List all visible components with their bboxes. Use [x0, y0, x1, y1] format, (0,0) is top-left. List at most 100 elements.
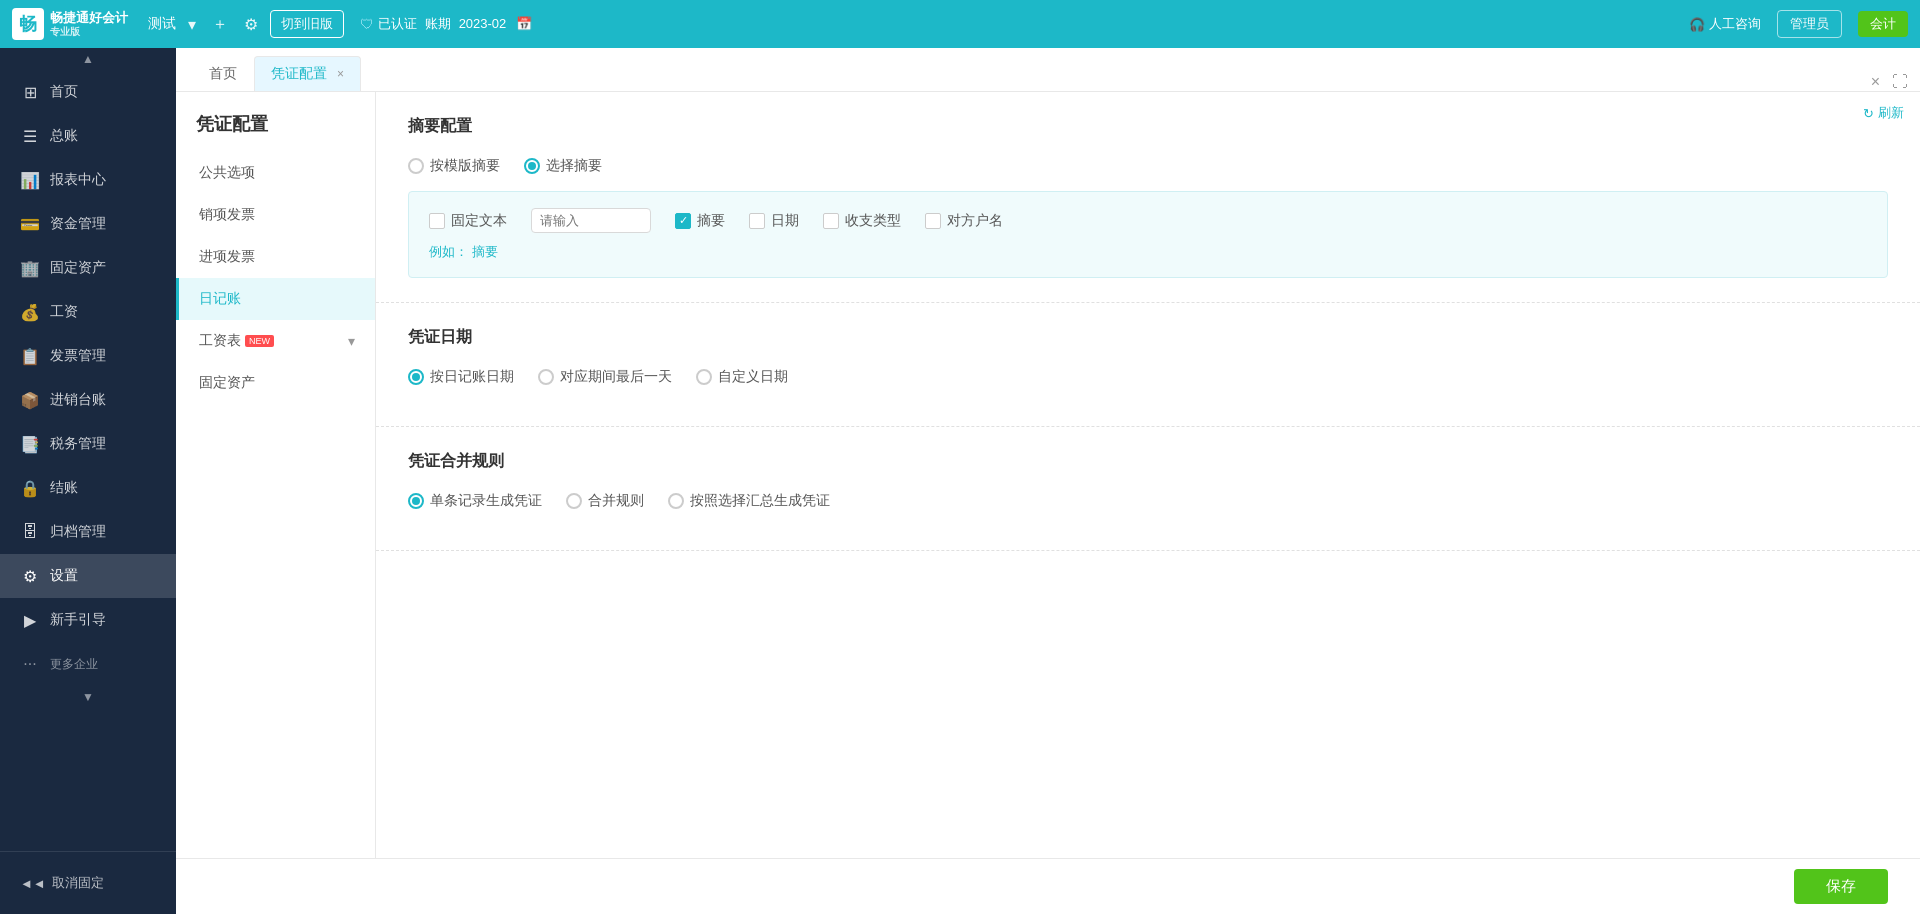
- income-type-checkbox[interactable]: 收支类型: [823, 212, 901, 230]
- example-label: 例如：: [429, 244, 468, 259]
- sidebar-item-guide[interactable]: ▶ 新手引导: [0, 598, 176, 642]
- sidebar-item-trade[interactable]: 📦 进销台账: [0, 378, 176, 422]
- invoice-icon: 📋: [20, 346, 40, 366]
- merge-rule-section: 凭证合并规则 单条记录生成凭证 合并规则: [376, 427, 1920, 551]
- page-content: 凭证配置 公共选项 销项发票 进项发票 日记账: [176, 92, 1920, 858]
- template-radio-item[interactable]: 按模版摘要: [408, 157, 500, 175]
- single-record-radio-circle: [408, 493, 424, 509]
- settings-gear-icon[interactable]: ⚙: [240, 11, 262, 38]
- sidebar-item-funds[interactable]: 💳 资金管理: [0, 202, 176, 246]
- income-type-label: 收支类型: [845, 212, 901, 230]
- left-nav-label-journal: 日记账: [199, 290, 241, 306]
- sidebar-item-salary[interactable]: 💰 工资: [0, 290, 176, 334]
- accountant-button[interactable]: 会计: [1858, 11, 1908, 37]
- scroll-up-indicator[interactable]: ▲: [0, 48, 176, 70]
- sidebar-label-assets: 固定资产: [50, 259, 156, 277]
- pin-icon: ◄◄: [20, 876, 46, 891]
- period-label: 账期: [425, 16, 451, 31]
- save-button[interactable]: 保存: [1794, 869, 1888, 904]
- single-record-radio[interactable]: 单条记录生成凭证: [408, 492, 542, 510]
- left-nav-item-purchase[interactable]: 进项发票: [176, 236, 375, 278]
- abstract-checkbox[interactable]: 摘要: [675, 212, 725, 230]
- tab-home[interactable]: 首页: [192, 56, 254, 91]
- fullscreen-button[interactable]: ⛶: [1892, 73, 1908, 91]
- template-radio-label: 按模版摘要: [430, 157, 500, 175]
- merge-rule-title: 凭证合并规则: [408, 451, 1888, 472]
- right-content: ↻ 刷新 摘要配置 按模版摘要: [376, 92, 1920, 858]
- sidebar-label-invoice: 发票管理: [50, 347, 156, 365]
- tab-bar-actions: × ⛶: [1859, 73, 1920, 91]
- cancel-fixed-label: 取消固定: [52, 874, 104, 892]
- admin-button[interactable]: 管理员: [1777, 10, 1842, 38]
- counterpart-checkbox-square: [925, 213, 941, 229]
- journal-date-radio[interactable]: 按日记账日期: [408, 368, 514, 386]
- left-nav: 凭证配置 公共选项 销项发票 进项发票 日记账: [176, 92, 376, 858]
- page-title: 凭证配置: [196, 112, 355, 136]
- tab-voucher-config[interactable]: 凭证配置 ×: [254, 56, 361, 91]
- sidebar-item-close[interactable]: 🔒 结账: [0, 466, 176, 510]
- old-version-button[interactable]: 切到旧版: [270, 10, 344, 38]
- certified-label: 已认证: [378, 15, 417, 33]
- fixed-text-checkbox[interactable]: 固定文本: [429, 212, 507, 230]
- abstract-section-title: 摘要配置: [408, 116, 1888, 137]
- left-nav-item-fixed-assets[interactable]: 固定资产: [176, 362, 375, 404]
- sidebar-item-settings[interactable]: ⚙ 设置: [0, 554, 176, 598]
- calendar-icon[interactable]: 📅: [516, 16, 532, 31]
- sidebar-item-invoice[interactable]: 📋 发票管理: [0, 334, 176, 378]
- sidebar-item-more[interactable]: ··· 更多企业: [0, 642, 176, 686]
- voucher-date-radio-group: 按日记账日期 对应期间最后一天 自定义日期: [408, 368, 1888, 386]
- custom-date-radio[interactable]: 自定义日期: [696, 368, 788, 386]
- ai-consult-button[interactable]: 🎧 人工咨询: [1689, 15, 1761, 33]
- sidebar-item-assets[interactable]: 🏢 固定资产: [0, 246, 176, 290]
- select-radio-circle: [524, 158, 540, 174]
- left-nav-item-sales[interactable]: 销项发票: [176, 194, 375, 236]
- custom-date-label: 自定义日期: [718, 368, 788, 386]
- merge-rules-radio[interactable]: 合并规则: [566, 492, 644, 510]
- logo-icon: 畅: [12, 8, 44, 40]
- left-nav-item-public[interactable]: 公共选项: [176, 152, 375, 194]
- sidebar-item-reports[interactable]: 📊 报表中心: [0, 158, 176, 202]
- bottom-bar: 保存: [176, 858, 1920, 914]
- add-workspace-icon[interactable]: ＋: [208, 10, 232, 39]
- sidebar-item-home[interactable]: ⊞ 首页: [0, 70, 176, 114]
- cancel-fixed-button[interactable]: ◄◄ 取消固定: [0, 864, 176, 902]
- chevron-down-icon: ▼: [82, 690, 94, 704]
- sidebar-item-ledger[interactable]: ☰ 总账: [0, 114, 176, 158]
- journal-date-radio-circle: [408, 369, 424, 385]
- fixed-text-input[interactable]: [531, 208, 651, 233]
- sidebar-label-home: 首页: [50, 83, 156, 101]
- counterpart-checkbox[interactable]: 对方户名: [925, 212, 1003, 230]
- left-nav-item-journal[interactable]: 日记账: [176, 278, 375, 320]
- abstract-config-section: 摘要配置 按模版摘要 选择摘要: [376, 92, 1920, 303]
- left-nav-label-payroll: 工资表: [199, 332, 241, 350]
- workspace-dropdown-icon[interactable]: ▾: [184, 11, 200, 38]
- trade-icon: 📦: [20, 390, 40, 410]
- archive-icon: 🗄: [20, 522, 40, 542]
- sidebar-label-reports: 报表中心: [50, 171, 156, 189]
- period-last-day-radio-circle: [538, 369, 554, 385]
- example-text: 例如： 摘要: [429, 243, 1867, 261]
- sidebar-item-tax[interactable]: 📑 税务管理: [0, 422, 176, 466]
- scroll-down-indicator[interactable]: ▼: [0, 686, 176, 708]
- sidebar-item-archive[interactable]: 🗄 归档管理: [0, 510, 176, 554]
- payroll-expand-icon[interactable]: ▾: [348, 333, 355, 349]
- select-radio-label: 选择摘要: [546, 157, 602, 175]
- select-radio-item[interactable]: 选择摘要: [524, 157, 602, 175]
- date-checkbox[interactable]: 日期: [749, 212, 799, 230]
- assets-icon: 🏢: [20, 258, 40, 278]
- aggregate-radio[interactable]: 按照选择汇总生成凭证: [668, 492, 830, 510]
- left-nav-item-payroll[interactable]: 工资表 NEW ▾: [176, 320, 375, 362]
- workspace-area: 测试 ▾ ＋ ⚙ 切到旧版: [148, 10, 344, 39]
- close-panel-button[interactable]: ×: [1871, 73, 1880, 91]
- left-nav-label-purchase: 进项发票: [199, 248, 255, 264]
- sidebar-label-more: 更多企业: [50, 656, 98, 673]
- refresh-button[interactable]: ↻ 刷新: [1863, 104, 1904, 122]
- fixed-text-label: 固定文本: [451, 212, 507, 230]
- shield-icon: 🛡: [360, 16, 374, 32]
- period-last-day-radio[interactable]: 对应期间最后一天: [538, 368, 672, 386]
- certified-badge: 🛡 已认证: [360, 15, 417, 33]
- period-last-day-label: 对应期间最后一天: [560, 368, 672, 386]
- aggregate-label: 按照选择汇总生成凭证: [690, 492, 830, 510]
- date-checkbox-square: [749, 213, 765, 229]
- tab-close-icon[interactable]: ×: [337, 67, 344, 81]
